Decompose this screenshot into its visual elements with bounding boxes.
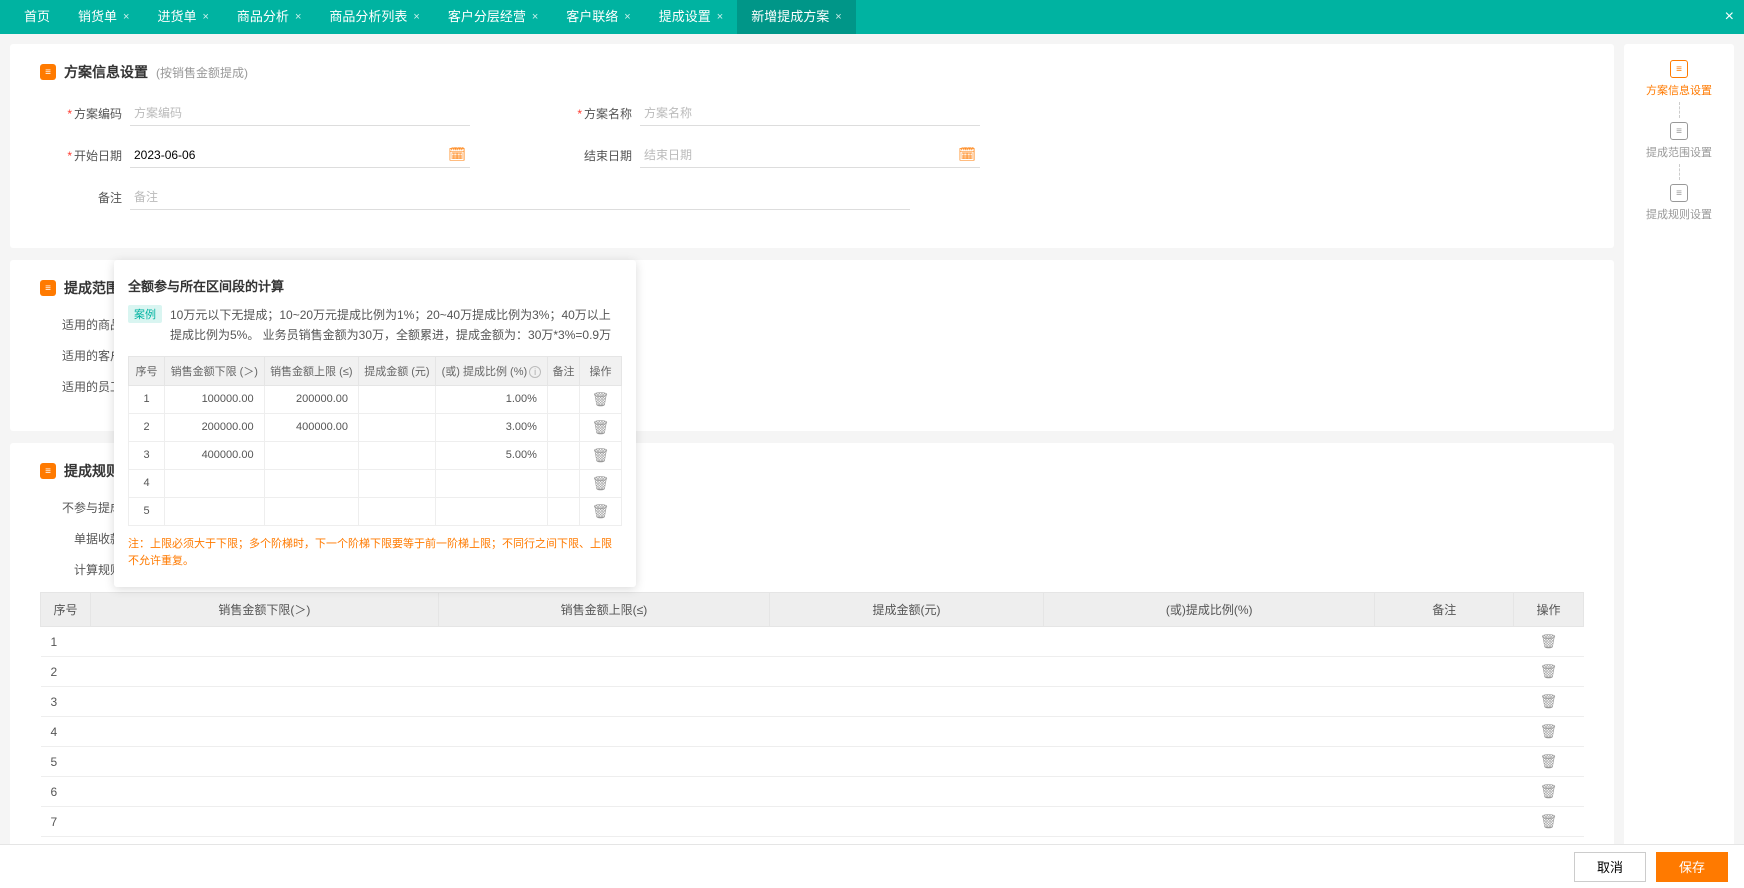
section-icon: ≡ bbox=[40, 64, 56, 80]
tab-5[interactable]: 客户分层经营× bbox=[434, 0, 552, 34]
section-title: 方案信息设置 bbox=[64, 62, 148, 82]
table-row[interactable]: 1🗑 bbox=[41, 627, 1584, 657]
table-row[interactable]: 4🗑 bbox=[41, 717, 1584, 747]
info-icon[interactable]: i bbox=[529, 366, 541, 378]
label-end-date: 结束日期 bbox=[584, 149, 632, 163]
anchor-icon: ≡ bbox=[1670, 184, 1688, 202]
tab-0[interactable]: 首页 bbox=[10, 0, 64, 34]
tab-7[interactable]: 提成设置× bbox=[645, 0, 737, 34]
label-name: 方案名称 bbox=[584, 107, 632, 121]
col-header: (或) 提成比例 (%)i bbox=[435, 356, 547, 385]
anchor-2[interactable]: ≡提成规则设置 bbox=[1646, 184, 1712, 222]
col-header: 销售金额上限 (≤) bbox=[264, 356, 358, 385]
tab-bar: 首页销货单×进货单×商品分析×商品分析列表×客户分层经营×客户联络×提成设置×新… bbox=[0, 0, 1744, 34]
anchor-sidebar: ≡方案信息设置 ≡提成范围设置 ≡提成规则设置 bbox=[1624, 44, 1734, 871]
popover-note: 注：上限必须大于下限；多个阶梯时，下一个阶梯下限要等于前一阶梯上限；不同行之间下… bbox=[128, 536, 622, 571]
input-start-date[interactable] bbox=[130, 142, 470, 168]
table-row[interactable]: 2🗑 bbox=[41, 657, 1584, 687]
section-icon: ≡ bbox=[40, 280, 56, 296]
example-tag: 案例 bbox=[128, 305, 162, 323]
delete-icon[interactable]: 🗑 bbox=[592, 419, 610, 435]
example-table: 序号销售金额下限 (＞)销售金额上限 (≤)提成金额 (元)(或) 提成比例 (… bbox=[128, 356, 622, 526]
cancel-button[interactable]: 取消 bbox=[1574, 852, 1646, 882]
col-header: 提成金额 (元) bbox=[358, 356, 435, 385]
col-header: (或)提成比例(%) bbox=[1044, 593, 1375, 627]
delete-icon[interactable]: 🗑 bbox=[1540, 633, 1558, 649]
tab-close-icon[interactable]: × bbox=[624, 0, 630, 34]
input-name[interactable] bbox=[640, 100, 980, 126]
tab-6[interactable]: 客户联络× bbox=[552, 0, 644, 34]
label-remark: 备注 bbox=[98, 191, 122, 205]
tab-8[interactable]: 新增提成方案× bbox=[737, 0, 855, 34]
table-row[interactable]: 5🗑 bbox=[41, 747, 1584, 777]
section-subtitle: (按销售金额提成) bbox=[156, 64, 248, 81]
col-header: 销售金额下限(＞) bbox=[91, 593, 439, 627]
tab-close-icon[interactable]: × bbox=[532, 0, 538, 34]
col-header: 备注 bbox=[547, 356, 579, 385]
save-button[interactable]: 保存 bbox=[1656, 852, 1728, 882]
delete-icon[interactable]: 🗑 bbox=[1540, 783, 1558, 799]
col-header: 销售金额下限 (＞) bbox=[165, 356, 265, 385]
panel-info: ≡ 方案信息设置 (按销售金额提成) *方案编码 *方案名称 *开始日期 bbox=[10, 44, 1614, 248]
input-end-date[interactable] bbox=[640, 142, 980, 168]
commission-table: 序号销售金额下限(＞)销售金额上限(≤)提成金额(元)(或)提成比例(%)备注操… bbox=[40, 592, 1584, 837]
tab-3[interactable]: 商品分析× bbox=[223, 0, 315, 34]
delete-icon[interactable]: 🗑 bbox=[1540, 663, 1558, 679]
table-row[interactable]: 7🗑 bbox=[41, 807, 1584, 837]
table-row[interactable]: 6🗑 bbox=[41, 777, 1584, 807]
table-row: 5🗑 bbox=[129, 497, 622, 525]
table-row: 2200000.00400000.003.00%🗑 bbox=[129, 413, 622, 441]
delete-icon[interactable]: 🗑 bbox=[592, 475, 610, 491]
delete-icon[interactable]: 🗑 bbox=[592, 503, 610, 519]
col-header: 备注 bbox=[1375, 593, 1514, 627]
table-row: 4🗑 bbox=[129, 469, 622, 497]
input-code[interactable] bbox=[130, 100, 470, 126]
example-text: 10万元以下无提成；10~20万元提成比例为1%；20~40万提成比例为3%；4… bbox=[170, 305, 622, 346]
footer-bar: 取消 保存 bbox=[0, 844, 1744, 888]
delete-icon[interactable]: 🗑 bbox=[1540, 753, 1558, 769]
tab-close-icon[interactable]: × bbox=[835, 0, 841, 34]
delete-icon[interactable]: 🗑 bbox=[592, 447, 610, 463]
table-row: 3400000.005.00%🗑 bbox=[129, 441, 622, 469]
delete-icon[interactable]: 🗑 bbox=[1540, 693, 1558, 709]
anchor-icon: ≡ bbox=[1670, 60, 1688, 78]
table-row: 1100000.00200000.001.00%🗑 bbox=[129, 385, 622, 413]
tab-1[interactable]: 销货单× bbox=[64, 0, 143, 34]
section-icon: ≡ bbox=[40, 463, 56, 479]
col-header: 提成金额(元) bbox=[770, 593, 1044, 627]
label-start-date: 开始日期 bbox=[74, 149, 122, 163]
table-row[interactable]: 3🗑 bbox=[41, 687, 1584, 717]
tab-close-icon[interactable]: × bbox=[295, 0, 301, 34]
anchor-icon: ≡ bbox=[1670, 122, 1688, 140]
label-code: 方案编码 bbox=[74, 107, 122, 121]
col-header: 操作 bbox=[580, 356, 622, 385]
delete-icon[interactable]: 🗑 bbox=[1540, 813, 1558, 829]
anchor-0[interactable]: ≡方案信息设置 bbox=[1646, 60, 1712, 98]
delete-icon[interactable]: 🗑 bbox=[592, 391, 610, 407]
tab-close-icon[interactable]: × bbox=[413, 0, 419, 34]
input-remark[interactable] bbox=[130, 184, 910, 210]
tab-close-icon[interactable]: × bbox=[123, 0, 129, 34]
popover-title: 全额参与所在区间段的计算 bbox=[128, 276, 622, 295]
col-header: 操作 bbox=[1514, 593, 1584, 627]
close-icon[interactable]: × bbox=[1725, 8, 1734, 26]
tab-2[interactable]: 进货单× bbox=[143, 0, 222, 34]
example-popover: 全额参与所在区间段的计算 案例 10万元以下无提成；10~20万元提成比例为1%… bbox=[114, 260, 636, 587]
tab-close-icon[interactable]: × bbox=[202, 0, 208, 34]
delete-icon[interactable]: 🗑 bbox=[1540, 723, 1558, 739]
col-header: 销售金额上限(≤) bbox=[438, 593, 769, 627]
tab-close-icon[interactable]: × bbox=[717, 0, 723, 34]
anchor-1[interactable]: ≡提成范围设置 bbox=[1646, 122, 1712, 160]
col-header: 序号 bbox=[129, 356, 165, 385]
tab-4[interactable]: 商品分析列表× bbox=[315, 0, 433, 34]
col-header: 序号 bbox=[41, 593, 91, 627]
